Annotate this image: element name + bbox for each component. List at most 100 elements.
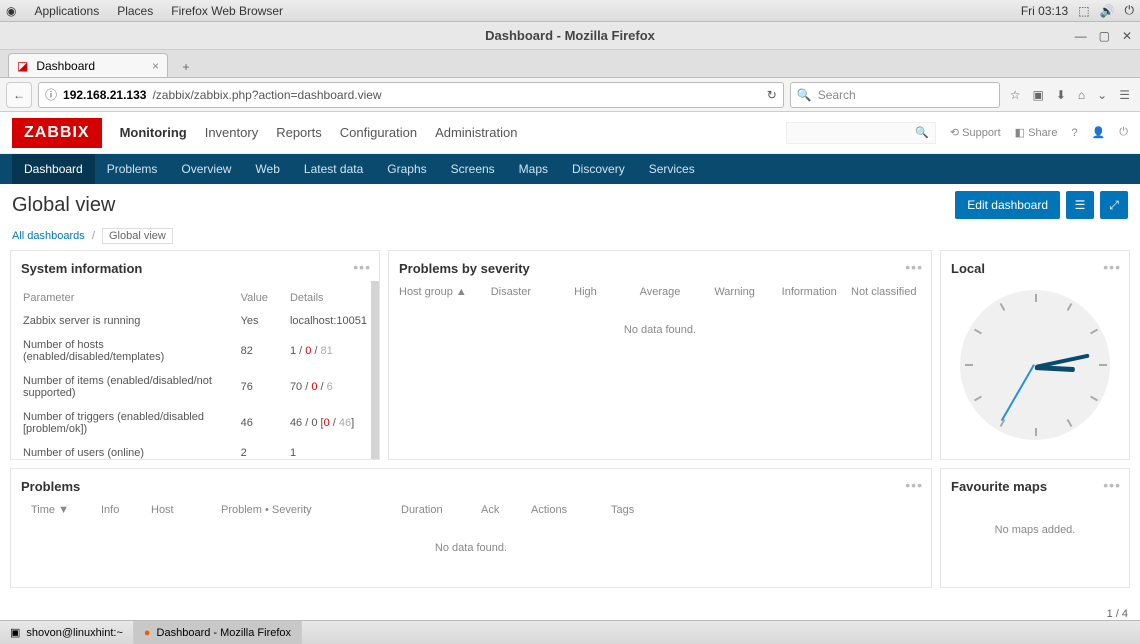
bookmark-icon[interactable]: ☆ [1010,88,1021,102]
tab-favicon: ◪ [17,59,28,73]
widget-menu-icon[interactable]: ••• [1103,259,1121,275]
menu-icon[interactable]: ☰ [1119,88,1130,102]
gnome-top-bar: ◉ Applications Places Firefox Web Browse… [0,0,1140,22]
logout-icon[interactable]: ⏻ [1119,126,1128,139]
home-icon[interactable]: ⌂ [1078,88,1085,102]
reload-icon[interactable]: ↻ [767,88,777,102]
tab-close-icon[interactable]: × [152,59,159,73]
pocket-icon[interactable]: ⌄ [1097,88,1107,102]
network-icon[interactable]: ⬚ [1078,4,1089,18]
clock-tick [1067,419,1073,427]
widget-favourite-maps: ••• Favourite maps No maps added. [940,468,1130,588]
page-titlebar: Global view Edit dashboard ☰ ⤢ [0,184,1140,226]
subnav-maps[interactable]: Maps [507,154,560,184]
url-bar[interactable]: ⓘ 192.168.21.133/zabbix/zabbix.php?actio… [38,82,784,108]
gnome-taskbar: ▣ shovon@linuxhint:~ ● Dashboard - Mozil… [0,620,1140,644]
share-link[interactable]: ◧ Share [1015,126,1058,139]
subnav-services[interactable]: Services [637,154,707,184]
scrollbar[interactable] [371,281,379,459]
zabbix-search[interactable]: 🔍 [786,122,936,144]
widget-title: Problems by severity [389,251,931,286]
taskbar-firefox[interactable]: ● Dashboard - Mozilla Firefox [134,621,302,644]
mainnav-reports[interactable]: Reports [276,125,322,140]
mainnav-monitoring[interactable]: Monitoring [120,125,187,140]
user-icon[interactable]: 👤 [1092,126,1106,139]
column-header[interactable]: Host group ▲ [399,286,474,298]
breadcrumb: All dashboards / Global view [0,226,1140,250]
subnav-overview[interactable]: Overview [169,154,243,184]
column-header[interactable]: Problem • Severity [211,504,391,516]
zabbix-header: ZABBIX Monitoring Inventory Reports Conf… [0,112,1140,154]
clock-tick [1000,303,1006,311]
clock-tick [1035,294,1037,302]
subnav-discovery[interactable]: Discovery [560,154,637,184]
cell-details: localhost:10051 [280,310,377,332]
column-header[interactable]: Time ▼ [21,504,91,516]
gnome-places[interactable]: Places [117,4,153,18]
info-icon[interactable]: ⓘ [45,86,57,103]
table-row: Number of hosts (enabled/disabled/templa… [13,334,377,368]
fullscreen-icon[interactable]: ⤢ [1100,191,1128,219]
subnav-dashboard[interactable]: Dashboard [12,154,95,184]
subnav-problems[interactable]: Problems [95,154,170,184]
column-header[interactable]: Warning [697,286,772,298]
column-header[interactable]: Not classified [846,286,921,298]
search-icon: 🔍 [797,88,812,102]
minimize-button[interactable]: — [1075,29,1087,43]
column-header[interactable]: Host [141,504,211,516]
help-icon[interactable]: ? [1071,127,1077,139]
widget-problems-by-severity: ••• Problems by severity Host group ▲Dis… [388,250,932,460]
widget-system-information: ••• System information Parameter Value D… [10,250,380,460]
widget-menu-icon[interactable]: ••• [353,259,371,275]
mainnav-inventory[interactable]: Inventory [205,125,258,140]
column-header[interactable]: Info [91,504,141,516]
clock-tick [1090,396,1098,402]
subnav-latest-data[interactable]: Latest data [292,154,375,184]
col-details: Details [280,288,377,308]
column-header[interactable]: Actions [521,504,601,516]
cell-parameter: Number of users (online) [13,442,229,464]
column-header[interactable]: High [548,286,623,298]
zabbix-logo[interactable]: ZABBIX [12,118,102,148]
terminal-icon: ▣ [10,626,20,639]
widget-menu-icon[interactable]: ••• [905,477,923,493]
mainnav-configuration[interactable]: Configuration [340,125,417,140]
edit-dashboard-button[interactable]: Edit dashboard [955,191,1060,219]
cell-parameter: Zabbix server is running [13,310,229,332]
subnav-screens[interactable]: Screens [439,154,507,184]
column-header[interactable]: Tags [601,504,661,516]
browser-search[interactable]: 🔍 Search [790,82,1000,108]
crumb-current: Global view [102,228,173,244]
column-header[interactable]: Ack [471,504,521,516]
clock-tick [1067,303,1073,311]
taskbar-terminal[interactable]: ▣ shovon@linuxhint:~ [0,621,134,644]
back-button[interactable]: ← [6,82,32,108]
mainnav-administration[interactable]: Administration [435,125,517,140]
page-title: Global view [12,194,115,217]
subnav-web[interactable]: Web [243,154,291,184]
cell-value: 2 [231,442,278,464]
close-button[interactable]: ✕ [1122,29,1132,43]
column-header[interactable]: Information [772,286,847,298]
list-icon[interactable]: ☰ [1066,191,1094,219]
column-header[interactable]: Disaster [474,286,549,298]
library-icon[interactable]: ▣ [1033,88,1044,102]
gnome-applications[interactable]: Applications [34,4,99,18]
new-tab-button[interactable]: + [174,57,198,77]
volume-icon[interactable]: 🔊 [1100,4,1115,18]
column-header[interactable]: Average [623,286,698,298]
cell-parameter: Number of hosts (enabled/disabled/templa… [13,334,229,368]
widget-menu-icon[interactable]: ••• [1103,477,1121,493]
crumb-all-dashboards[interactable]: All dashboards [12,230,85,242]
widget-menu-icon[interactable]: ••• [905,259,923,275]
maximize-button[interactable]: ▢ [1099,29,1110,43]
subnav-graphs[interactable]: Graphs [375,154,438,184]
column-header[interactable]: Duration [391,504,471,516]
power-icon[interactable]: ⏻ [1125,3,1135,18]
browser-tab[interactable]: ◪ Dashboard × [8,53,168,77]
gnome-app-name[interactable]: Firefox Web Browser [171,4,283,18]
no-data-message: No data found. [11,522,931,574]
download-icon[interactable]: ⬇ [1056,88,1066,102]
support-link[interactable]: ⟲ Support [950,126,1001,139]
table-row: Number of items (enabled/disabled/not su… [13,370,377,404]
